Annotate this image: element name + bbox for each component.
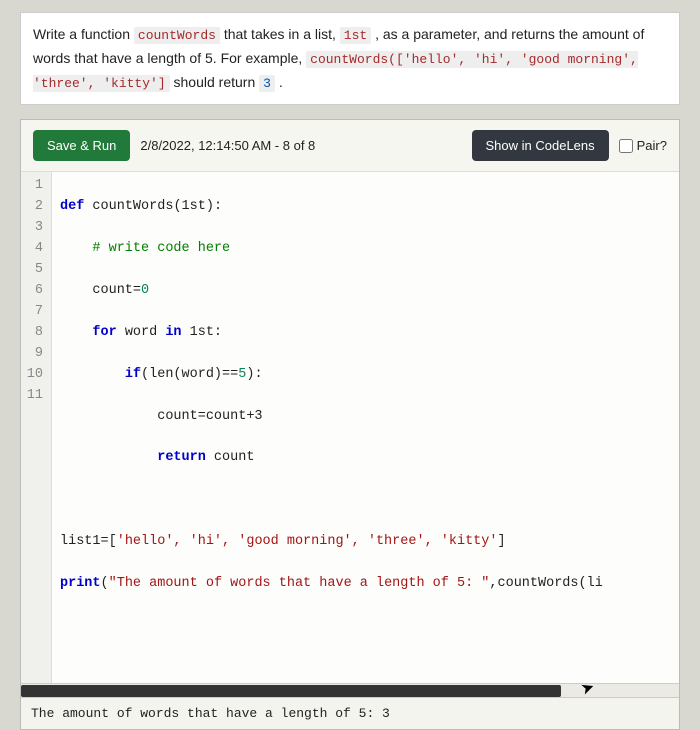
question-text: should return — [174, 74, 260, 90]
run-timestamp: 2/8/2022, 12:14:50 AM - 8 of 8 — [140, 138, 315, 153]
question-text: Write a function — [33, 26, 134, 42]
code-return-value: 3 — [259, 75, 275, 92]
question-text: . — [279, 74, 283, 90]
question-prompt: Write a function countWords that takes i… — [20, 12, 680, 105]
editor-toolbar: Save & Run 2/8/2022, 12:14:50 AM - 8 of … — [21, 120, 679, 172]
save-run-button[interactable]: Save & Run — [33, 130, 130, 161]
code-editor[interactable]: 1 2 3 4 5 6 7 8 9 10 11 def countWords(1… — [21, 172, 679, 682]
code-editor-panel: Save & Run 2/8/2022, 12:14:50 AM - 8 of … — [20, 119, 680, 729]
output-text: The amount of words that have a length o… — [31, 706, 390, 721]
horizontal-scrollbar[interactable]: ➤ — [21, 683, 679, 697]
pair-checkbox[interactable] — [619, 139, 633, 153]
scrollbar-thumb[interactable] — [21, 685, 561, 697]
show-codelens-button[interactable]: Show in CodeLens — [472, 130, 609, 161]
code-content[interactable]: def countWords(1st): # write code here c… — [52, 172, 679, 682]
pair-checkbox-label[interactable]: Pair? — [619, 138, 667, 153]
line-gutter: 1 2 3 4 5 6 7 8 9 10 11 — [21, 172, 52, 682]
code-lst: 1st — [340, 27, 371, 44]
pair-label: Pair? — [637, 138, 667, 153]
output-panel: The amount of words that have a length o… — [21, 697, 679, 729]
question-text: that takes in a list, — [224, 26, 340, 42]
code-countwords: countWords — [134, 27, 220, 44]
